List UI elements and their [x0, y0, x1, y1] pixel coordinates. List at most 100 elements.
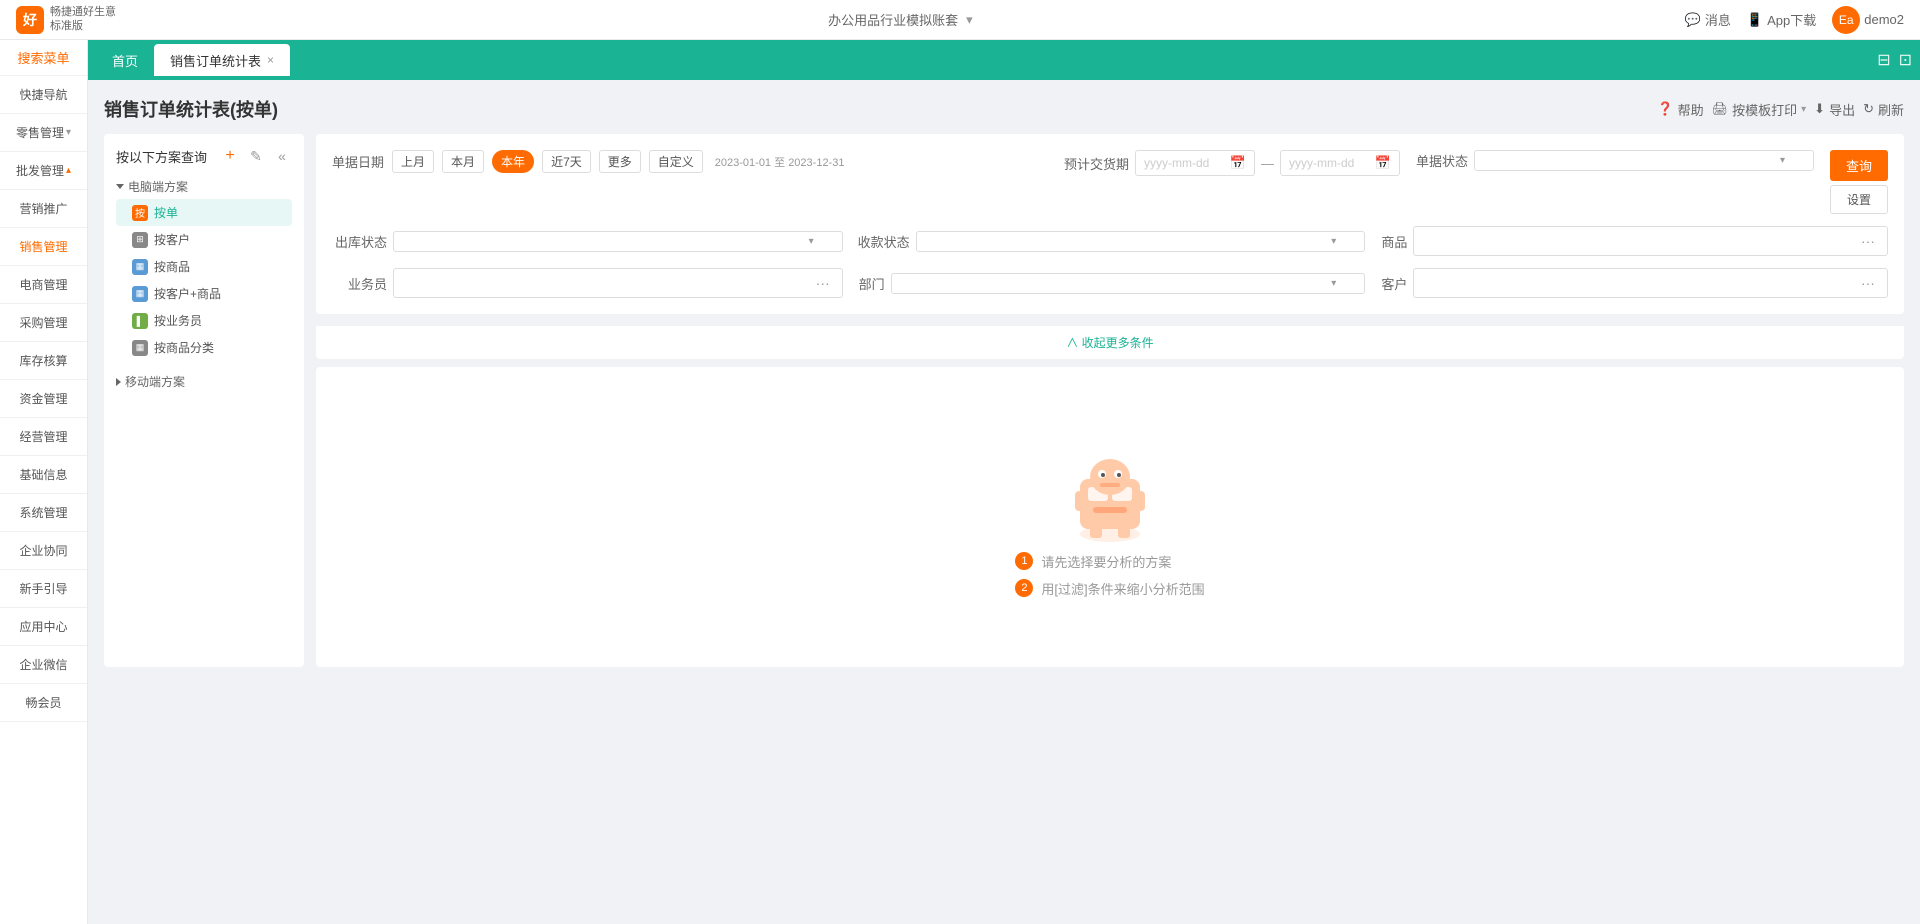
tab-maximize-icon[interactable]: ⊡	[1899, 50, 1912, 70]
scheme-collapse-icon[interactable]: «	[272, 146, 292, 166]
customer-label: 客户	[1377, 274, 1407, 293]
sidebar-item-basic[interactable]: 基础信息	[0, 456, 87, 494]
tab-sales-order[interactable]: 销售订单统计表 ×	[154, 44, 290, 76]
expected-date-label: 预计交货期	[1064, 154, 1129, 173]
salesman-input[interactable]: ···	[393, 268, 843, 298]
filter-panel: 单据日期 上月 本月 本年 近7天 更多 自定义 2023-01-01	[316, 134, 1904, 314]
sidebar-item-system[interactable]: 系统管理	[0, 494, 87, 532]
query-buttons: 查询 设置	[1830, 150, 1888, 214]
date-btn-this-month[interactable]: 本月	[442, 150, 484, 173]
sidebar-item-finance[interactable]: 资金管理	[0, 380, 87, 418]
sidebar-item-appcenter[interactable]: 应用中心	[0, 608, 87, 646]
sidebar-item-newuser[interactable]: 新手引导	[0, 570, 87, 608]
scheme-item-by-goods-category-icon: ▦	[132, 340, 148, 356]
scheme-section-mobile-title[interactable]: 移动端方案	[116, 369, 292, 394]
breadcrumb-arrow-icon: ▾	[966, 12, 973, 28]
settings-button[interactable]: 设置	[1830, 185, 1888, 214]
sidebar-item-inventory[interactable]: 库存核算	[0, 342, 87, 380]
scheme-item-by-order[interactable]: 按 按单	[116, 199, 292, 226]
sidebar-item-member[interactable]: 畅会员	[0, 684, 87, 722]
tab-bar: 首页 销售订单统计表 × ⊟ ⊡	[88, 40, 1920, 80]
sidebar-item-quicknav[interactable]: 快捷导航	[0, 76, 87, 114]
date-btn-last-month[interactable]: 上月	[392, 150, 434, 173]
date-range-separator: —	[1261, 156, 1274, 171]
goods-more-icon[interactable]: ···	[1857, 231, 1879, 251]
goods-input[interactable]: ···	[1413, 226, 1888, 256]
collapse-icon: ∧	[1066, 336, 1081, 350]
scheme-item-by-salesman-icon: ▌	[132, 313, 148, 329]
mobile-section-chevron-icon	[116, 378, 121, 386]
sidebar-item-wechat[interactable]: 企业微信	[0, 646, 87, 684]
collapse-bar[interactable]: ∧ 收起更多条件	[316, 326, 1904, 359]
sidebar-item-marketing[interactable]: 营销推广	[0, 190, 87, 228]
date-range-display: 2023-01-01 至 2023-12-31	[715, 154, 845, 170]
sidebar-item-wholesale[interactable]: 批发管理 ▴	[0, 152, 87, 190]
calendar-end-icon: 📅	[1375, 155, 1391, 171]
scheme-item-by-goods[interactable]: ▦ 按商品	[116, 253, 292, 280]
logo-area: 好 畅捷通好生意 标准版	[16, 6, 116, 34]
receipt-status-select[interactable]: ▾	[916, 231, 1366, 252]
scheme-item-by-goods-category[interactable]: ▦ 按商品分类	[116, 334, 292, 361]
salesman-more-icon[interactable]: ···	[812, 273, 834, 293]
sidebar-item-retail[interactable]: 零售管理 ▾	[0, 114, 87, 152]
tip-number-1: 1	[1015, 552, 1033, 570]
date-btn-7days[interactable]: 近7天	[542, 150, 591, 173]
query-button[interactable]: 查询	[1830, 150, 1888, 181]
message-button[interactable]: 💬 消息	[1685, 10, 1731, 29]
receipt-status-group: 收款状态 ▾	[855, 226, 1366, 256]
help-button[interactable]: ❓ 帮助	[1657, 100, 1703, 119]
print-button[interactable]: 🖨 按模板打印 ▾	[1712, 100, 1807, 119]
tab-minimize-icon[interactable]: ⊟	[1877, 50, 1890, 70]
sidebar-item-operation[interactable]: 经营管理	[0, 418, 87, 456]
page-content: 销售订单统计表(按单) ❓ 帮助 🖨 按模板打印 ▾ ⬇ 导出	[88, 80, 1920, 924]
scheme-edit-icon[interactable]: ✎	[246, 146, 266, 166]
expected-date-end-placeholder: yyyy-mm-dd	[1289, 156, 1354, 170]
tip-number-2: 2	[1015, 579, 1033, 597]
app-icon: 📱	[1747, 12, 1763, 28]
main-panel: 按以下方案查询 + ✎ « 电脑端方案 按	[104, 134, 1904, 667]
customer-more-icon[interactable]: ···	[1857, 273, 1879, 293]
breadcrumb-text: 办公用品行业模拟账套	[828, 10, 958, 29]
tab-close-icon[interactable]: ×	[267, 53, 274, 67]
page-header: 销售订单统计表(按单) ❓ 帮助 🖨 按模板打印 ▾ ⬇ 导出	[104, 96, 1904, 122]
date-btn-this-year[interactable]: 本年	[492, 150, 534, 173]
scheme-item-by-goods-icon: ▦	[132, 259, 148, 275]
ship-status-select[interactable]: ▾	[393, 231, 843, 252]
scheme-panel-header: 按以下方案查询 + ✎ «	[116, 146, 292, 166]
sidebar-item-search[interactable]: 搜索菜单	[0, 40, 87, 76]
expected-date-start-placeholder: yyyy-mm-dd	[1144, 156, 1209, 170]
empty-illustration	[1050, 429, 1170, 552]
expected-date-end-input[interactable]: yyyy-mm-dd 📅	[1280, 150, 1400, 176]
refresh-button[interactable]: ↻ 刷新	[1863, 100, 1904, 119]
empty-svg-icon	[1050, 429, 1170, 549]
sidebar-item-enterprise[interactable]: 企业协同	[0, 532, 87, 570]
empty-tips: 1 请先选择要分析的方案 2 用[过滤]条件来缩小分析范围	[1015, 552, 1204, 606]
scheme-item-by-customer-goods[interactable]: ▦ 按客户+商品	[116, 280, 292, 307]
tab-bar-actions: ⊟ ⊡	[1877, 50, 1912, 70]
sidebar-item-sales[interactable]: 销售管理	[0, 228, 87, 266]
scheme-item-by-salesman[interactable]: ▌ 按业务员	[116, 307, 292, 334]
scheme-icons: + ✎ «	[220, 146, 292, 166]
department-select[interactable]: ▾	[891, 273, 1366, 294]
sidebar-item-ecommerce[interactable]: 电商管理	[0, 266, 87, 304]
breadcrumb-area[interactable]: 办公用品行业模拟账套 ▾	[828, 10, 973, 29]
customer-input[interactable]: ···	[1413, 268, 1888, 298]
top-bar-right: 💬 消息 📱 App下载 Ea demo2	[1685, 6, 1904, 34]
order-status-group: 单据状态 ▾	[1416, 150, 1814, 171]
user-menu[interactable]: Ea demo2	[1832, 6, 1904, 34]
date-filter-group: 单据日期 上月 本月 本年 近7天 更多 自定义 2023-01-01	[332, 150, 1048, 177]
sidebar-item-purchase[interactable]: 采购管理	[0, 304, 87, 342]
scheme-section-pc-title[interactable]: 电脑端方案	[116, 174, 292, 199]
date-btn-custom[interactable]: 自定义	[649, 150, 703, 173]
filter-row-2: 出库状态 ▾ 收款状态 ▾	[332, 226, 1888, 256]
scheme-item-by-customer[interactable]: ⊞ 按客户	[116, 226, 292, 253]
app-download-button[interactable]: 📱 App下载	[1747, 10, 1816, 29]
expected-date-start-input[interactable]: yyyy-mm-dd 📅	[1135, 150, 1255, 176]
scheme-add-icon[interactable]: +	[220, 146, 240, 166]
date-btn-more[interactable]: 更多	[599, 150, 641, 173]
order-status-select[interactable]: ▾	[1474, 150, 1814, 171]
sidebar: 搜索菜单 快捷导航 零售管理 ▾ 批发管理 ▴ 营销推广 销售管理 电商管理 采…	[0, 40, 88, 924]
tab-home[interactable]: 首页	[96, 44, 154, 76]
salesman-label: 业务员	[332, 274, 387, 293]
export-button[interactable]: ⬇ 导出	[1814, 100, 1855, 119]
